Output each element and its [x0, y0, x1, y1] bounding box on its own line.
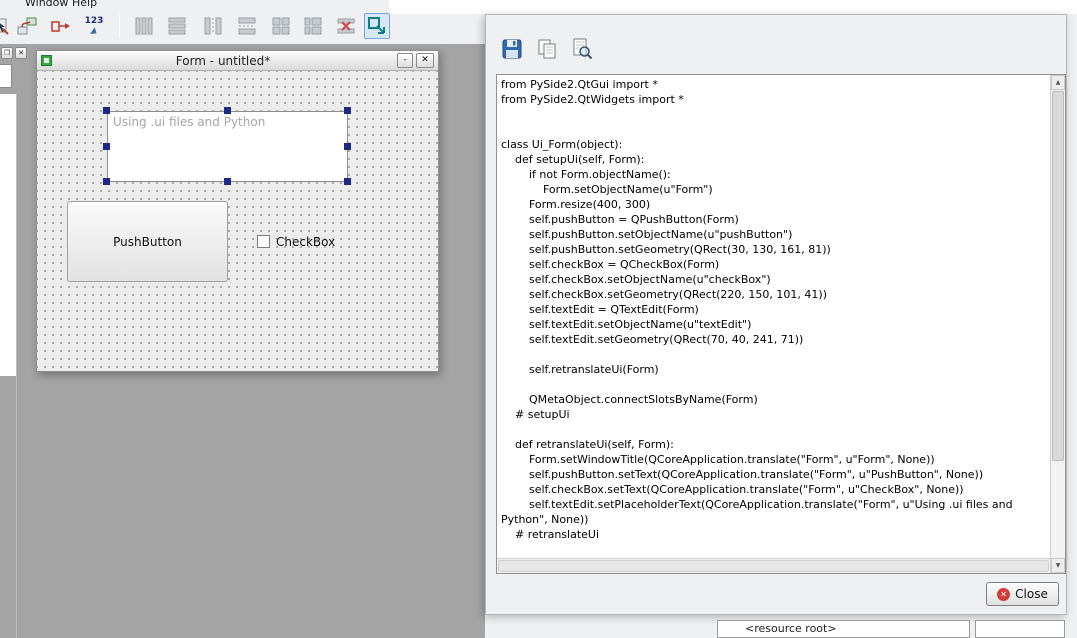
- copy-icon[interactable]: [535, 37, 559, 61]
- selection-handle-bottom-left[interactable]: [103, 178, 110, 185]
- dock-close-button[interactable]: ✕: [15, 47, 27, 59]
- edit-signals-slots-icon[interactable]: [14, 13, 40, 39]
- vertical-scrollbar-thumb[interactable]: [1052, 91, 1064, 461]
- layout-horizontally-icon[interactable]: [131, 13, 157, 39]
- code-horizontal-scrollbar[interactable]: [497, 558, 1050, 573]
- resource-browser-panel: <resource root>: [717, 620, 970, 638]
- checkbox-indicator[interactable]: [257, 235, 270, 248]
- layout-horizontally-splitter-icon[interactable]: [200, 13, 226, 39]
- form-minimize-button[interactable]: -: [397, 53, 413, 68]
- scroll-down-icon[interactable]: ▼: [1051, 558, 1065, 573]
- edit-widgets-icon[interactable]: [0, 13, 13, 39]
- form-window-title: Form - untitled*: [52, 54, 394, 68]
- form-window-titlebar[interactable]: Form - untitled* - ✕: [37, 51, 438, 71]
- selection-handle-top-right[interactable]: [344, 107, 351, 114]
- resource-root-item[interactable]: <resource root>: [745, 622, 837, 635]
- widgetbox-filter-input[interactable]: [0, 64, 12, 88]
- edit-tab-order-icon[interactable]: 123: [81, 13, 107, 39]
- selection-handle-middle-right[interactable]: [344, 143, 351, 150]
- selection-handle-top-middle[interactable]: [224, 107, 231, 114]
- form-designer-window: Form - untitled* - ✕ Using .ui files and…: [36, 50, 439, 372]
- menu-item-window[interactable]: Window: [25, 0, 68, 9]
- pushbutton-widget[interactable]: PushButton: [67, 201, 228, 282]
- menu-item-help[interactable]: Help: [72, 0, 97, 9]
- code-editor[interactable]: from PySide2.QtGui import * from PySide2…: [496, 74, 1066, 574]
- form-close-button[interactable]: ✕: [416, 53, 434, 68]
- form-canvas[interactable]: Using .ui files and Python PushButton Ch…: [37, 71, 438, 371]
- checkbox-label: CheckBox: [276, 235, 335, 249]
- background-window-strip: [389, 0, 1077, 14]
- selection-handle-middle-left[interactable]: [103, 143, 110, 150]
- panel-edge-divider: [16, 94, 17, 638]
- widget-box-panel: [0, 94, 17, 376]
- layout-vertically-icon[interactable]: [164, 13, 190, 39]
- selection-handle-bottom-right[interactable]: [344, 178, 351, 185]
- property-panel-fragment: [975, 620, 1065, 638]
- code-vertical-scrollbar[interactable]: ▲ ▼: [1050, 75, 1065, 573]
- scroll-up-icon[interactable]: ▲: [1051, 75, 1065, 90]
- break-layout-icon[interactable]: [333, 13, 359, 39]
- save-icon[interactable]: [500, 37, 524, 61]
- tab-order-arrow: [90, 27, 99, 36]
- find-icon[interactable]: [570, 37, 594, 61]
- adjust-size-icon[interactable]: [364, 13, 390, 39]
- layout-grid-icon[interactable]: [268, 13, 294, 39]
- code-dialog-toolbar: [500, 37, 594, 61]
- edit-buddies-icon[interactable]: [48, 13, 74, 39]
- qt-designer-main-window: Window Help 123: [0, 0, 1077, 638]
- dock-float-button[interactable]: ❐: [1, 47, 13, 59]
- textedit-widget[interactable]: Using .ui files and Python: [107, 111, 348, 182]
- selection-handle-top-left[interactable]: [103, 107, 110, 114]
- layout-form-icon[interactable]: [300, 13, 326, 39]
- textedit-placeholder: Using .ui files and Python: [108, 112, 347, 132]
- close-button-label: Close: [1015, 587, 1048, 601]
- main-toolbar: 123: [0, 10, 389, 44]
- horizontal-scrollbar-thumb[interactable]: [498, 560, 1049, 572]
- close-button[interactable]: ✕ Close: [986, 582, 1059, 606]
- tab-order-label: 123: [85, 17, 104, 26]
- view-python-code-dialog: from PySide2.QtGui import * from PySide2…: [485, 14, 1067, 615]
- close-button-icon: ✕: [997, 588, 1010, 601]
- form-window-icon: [41, 55, 52, 66]
- menu-bar: Window Help: [0, 0, 389, 10]
- code-text: from PySide2.QtGui import * from PySide2…: [501, 77, 1043, 556]
- checkbox-widget[interactable]: CheckBox: [257, 221, 358, 262]
- selection-handle-bottom-middle[interactable]: [224, 178, 231, 185]
- layout-vertically-splitter-icon[interactable]: [234, 13, 260, 39]
- toolbar-separator: [119, 15, 120, 38]
